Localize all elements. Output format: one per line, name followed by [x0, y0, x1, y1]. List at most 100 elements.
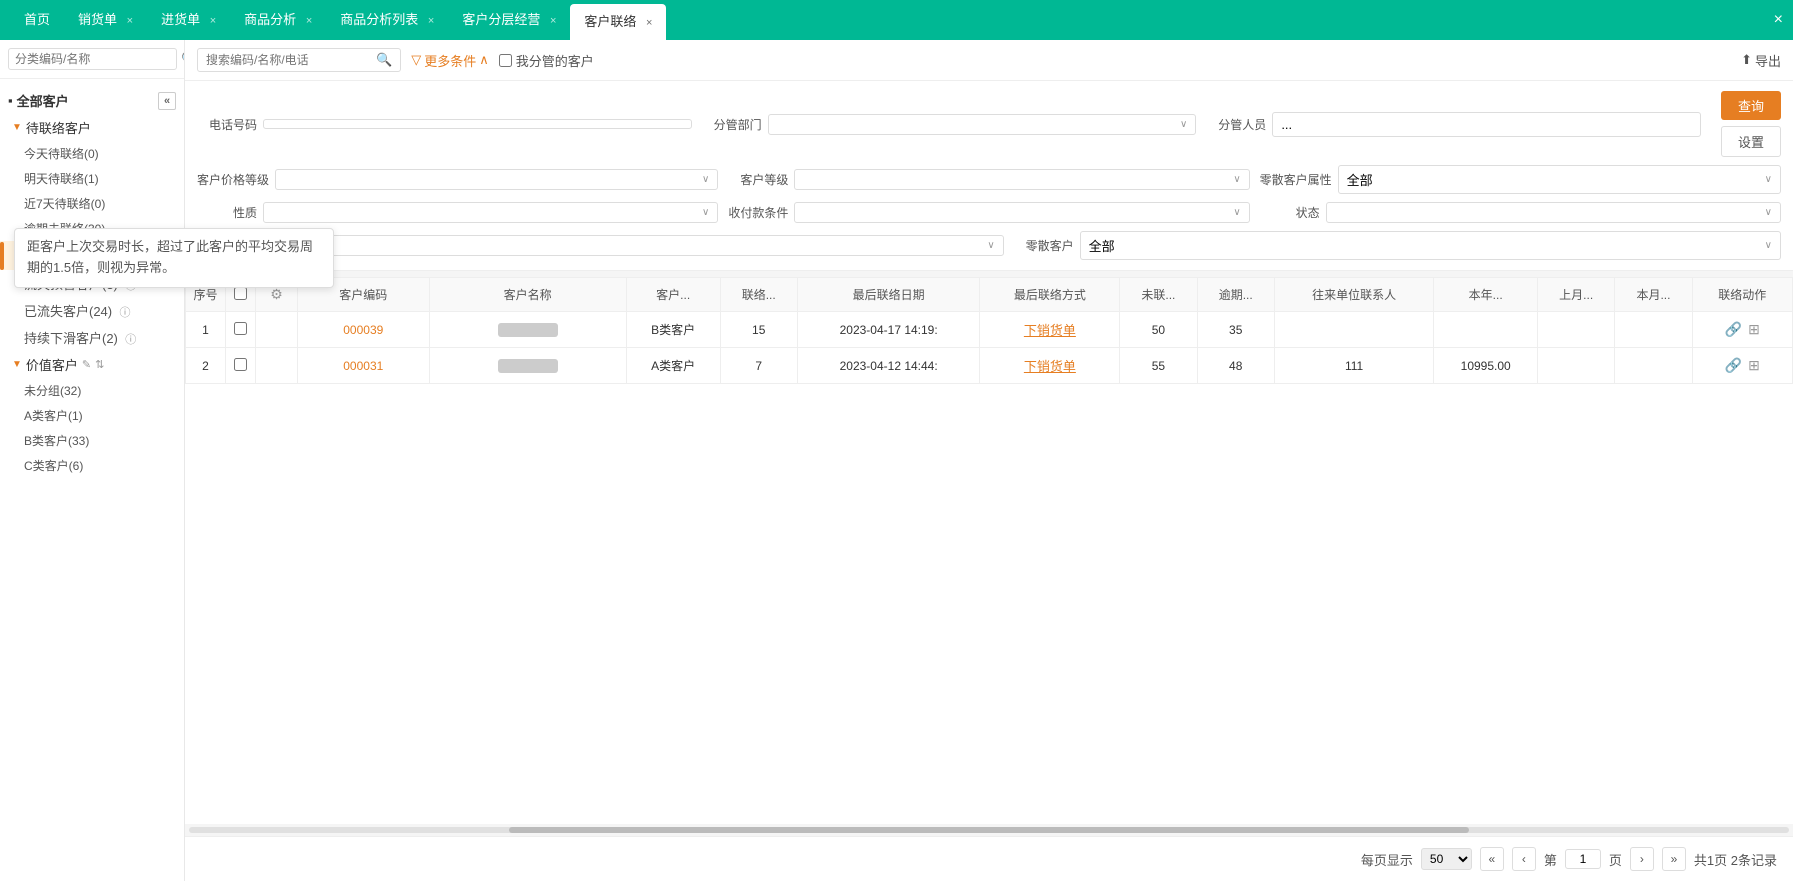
last-way-link-2[interactable]: 下销货单 — [1024, 359, 1076, 374]
close-all-tabs[interactable]: × — [1774, 11, 1783, 29]
cell-last-month-1 — [1538, 312, 1615, 348]
nav-product-analysis-list[interactable]: 商品分析列表 × — [326, 0, 448, 40]
grid-icon-1[interactable]: ⊞ — [1748, 321, 1760, 338]
sidebar-7day-pending[interactable]: 近7天待联络(0) — [0, 191, 184, 216]
col-action: 联络动作 — [1692, 278, 1792, 312]
h-scroll-thumb[interactable] — [509, 827, 1469, 833]
customer-grade-select[interactable]: ∨ — [794, 169, 1249, 190]
retail-attr-select[interactable]: 全部 ∨ — [1338, 165, 1781, 194]
gender-chevron: ∨ — [702, 207, 709, 218]
link-icon-2[interactable]: 🔗 — [1725, 357, 1742, 374]
nav-sales[interactable]: 销货单 × — [64, 0, 147, 40]
page-number-input[interactable] — [1565, 849, 1601, 869]
close-contact-tab[interactable]: × — [646, 17, 652, 29]
value-edit-icon[interactable]: ✎ — [82, 358, 91, 371]
dept-field: 分管部门 ∨ — [702, 114, 1197, 135]
status-select[interactable]: ∨ — [1326, 202, 1781, 223]
filter-actions: 查询 设置 — [1721, 91, 1781, 157]
cell-code-1[interactable]: 000039 — [298, 312, 430, 348]
close-analysis-tab[interactable]: × — [306, 15, 312, 27]
sidebar-class-a[interactable]: A类客户(1) — [0, 403, 184, 428]
more-conditions-btn[interactable]: ▽ 更多条件 ∧ — [411, 51, 489, 70]
sidebar-search-icon[interactable]: 🔍 — [181, 51, 185, 67]
select-all-checkbox[interactable] — [234, 287, 247, 300]
price-grade-select[interactable]: ∨ — [275, 169, 718, 190]
pending-arrow: ▼ — [12, 122, 22, 133]
sidebar-value-customer-group[interactable]: ▼ 价值客户 ✎ ⇅ — [0, 351, 184, 378]
sidebar-today-pending[interactable]: 今天待联络(0) — [0, 141, 184, 166]
row-checkbox-1[interactable] — [234, 322, 247, 335]
main-search-wrap: 🔍 — [197, 48, 401, 72]
cell-overdue-2: 48 — [1197, 348, 1274, 384]
export-btn[interactable]: ⬆ 导出 — [1741, 51, 1781, 70]
first-page-btn[interactable]: « — [1480, 847, 1504, 871]
grid-icon-2[interactable]: ⊞ — [1748, 357, 1760, 374]
person-input[interactable]: ... — [1272, 112, 1701, 137]
active-indicator — [0, 242, 4, 270]
cell-name-1 — [429, 312, 626, 348]
col-this-year: 本年... — [1434, 278, 1538, 312]
cell-type-1: B类客户 — [626, 312, 720, 348]
page-end-label: 页 — [1609, 850, 1622, 869]
filter-bar: 🔍 ▽ 更多条件 ∧ 我分管的客户 ⬆ 导出 — [185, 40, 1793, 81]
cell-overdue-1: 35 — [1197, 312, 1274, 348]
phone-input[interactable] — [263, 119, 692, 129]
row-checkbox-2[interactable] — [234, 358, 247, 371]
dept-select[interactable]: ∨ — [768, 114, 1197, 135]
customer-type-chevron: ∨ — [987, 240, 994, 251]
customer-type-select[interactable]: ∨ — [302, 235, 1003, 256]
nav-customer-tier[interactable]: 客户分层经营 × — [448, 0, 570, 40]
main-search-input[interactable] — [206, 53, 366, 67]
close-analysis-list-tab[interactable]: × — [428, 15, 434, 27]
cell-code-2[interactable]: 000031 — [298, 348, 430, 384]
close-sales-tab[interactable]: × — [127, 15, 133, 27]
cell-action-1: 🔗 ⊞ — [1692, 312, 1792, 348]
retail-customer-select[interactable]: 全部 ∨ — [1080, 231, 1781, 260]
sidebar-all-customers[interactable]: ▪ 全部客户 « — [0, 87, 184, 114]
collapse-all-btn[interactable]: « — [158, 92, 176, 110]
cell-not-contacted-1: 50 — [1120, 312, 1197, 348]
gender-select[interactable]: ∨ — [263, 202, 718, 223]
sidebar-class-b[interactable]: B类客户(33) — [0, 428, 184, 453]
value-sort-icon[interactable]: ⇅ — [95, 358, 104, 371]
per-page-select[interactable]: 50 100 200 — [1421, 848, 1472, 870]
last-page-btn[interactable]: » — [1662, 847, 1686, 871]
sidebar-already-lost[interactable]: 已流失客户(24) ⓘ — [0, 297, 184, 324]
cell-last-date-1: 2023-04-17 14:19: — [797, 312, 980, 348]
prev-page-btn[interactable]: ‹ — [1512, 847, 1536, 871]
sidebar-class-c[interactable]: C类客户(6) — [0, 453, 184, 478]
link-icon-1[interactable]: 🔗 — [1725, 321, 1742, 338]
main-search-icon[interactable]: 🔍 — [376, 52, 392, 68]
blurred-name-1 — [498, 323, 558, 337]
nav-home[interactable]: 首页 — [10, 0, 64, 40]
table-gear-icon[interactable]: ⚙ — [270, 286, 283, 302]
tooltip-text: 距客户上次交易时长，超过了此客户的平均交易周期的1.5倍，则视为异常。 — [27, 239, 313, 275]
my-customer-checkbox[interactable] — [499, 54, 512, 67]
nav-customer-contact[interactable]: 客户联络 × — [570, 4, 666, 40]
sidebar-continuous-down[interactable]: 持续下滑客户(2) ⓘ — [0, 324, 184, 351]
payment-chevron: ∨ — [1233, 207, 1240, 218]
chevron-up-icon: ∧ — [479, 52, 489, 68]
h-scroll-bar[interactable] — [185, 824, 1793, 836]
last-way-link-1[interactable]: 下销货单 — [1024, 323, 1076, 338]
cell-check — [226, 312, 256, 348]
sidebar-pending-group[interactable]: ▼ 待联络客户 — [0, 114, 184, 141]
settings-btn[interactable]: 设置 — [1721, 126, 1781, 157]
sidebar-ungroup[interactable]: 未分组(32) — [0, 378, 184, 403]
col-name: 客户名称 — [429, 278, 626, 312]
nav-purchase[interactable]: 进货单 × — [147, 0, 230, 40]
cell-this-year-1 — [1434, 312, 1538, 348]
sidebar-search-input[interactable] — [8, 48, 177, 70]
next-page-btn[interactable]: › — [1630, 847, 1654, 871]
cell-settings-1 — [256, 312, 298, 348]
customer-grade-chevron: ∨ — [1233, 174, 1240, 185]
cell-last-way-2[interactable]: 下销货单 — [980, 348, 1120, 384]
cell-last-way-1[interactable]: 下销货单 — [980, 312, 1120, 348]
payment-select[interactable]: ∨ — [794, 202, 1249, 223]
close-tier-tab[interactable]: × — [550, 15, 556, 27]
col-customer-type: 客户... — [626, 278, 720, 312]
nav-product-analysis[interactable]: 商品分析 × — [230, 0, 326, 40]
close-purchase-tab[interactable]: × — [210, 15, 216, 27]
query-btn[interactable]: 查询 — [1721, 91, 1781, 120]
sidebar-tomorrow-pending[interactable]: 明天待联络(1) — [0, 166, 184, 191]
